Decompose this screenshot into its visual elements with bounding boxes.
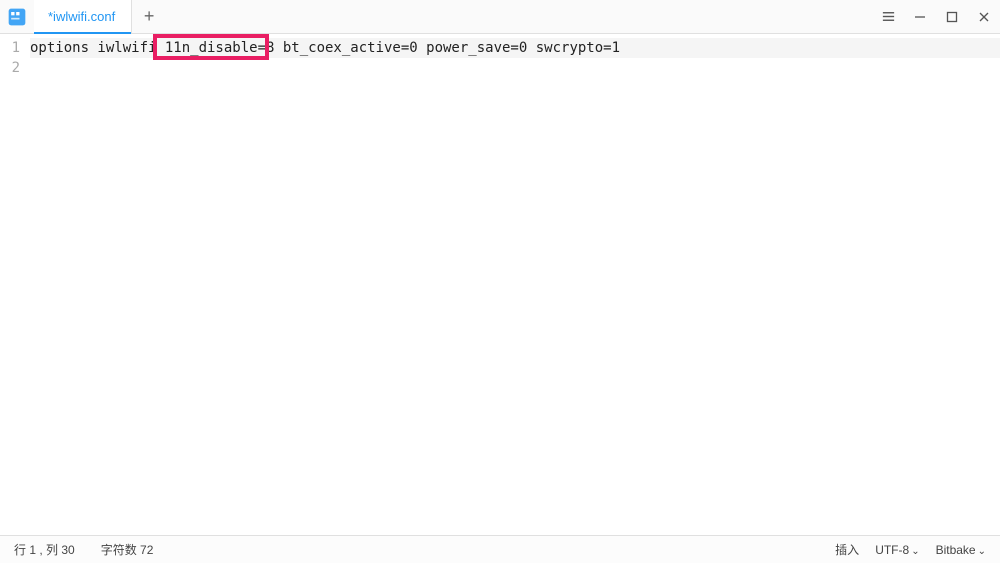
hamburger-icon [881, 9, 896, 24]
titlebar: *iwlwifi.conf + [0, 0, 1000, 34]
status-left: 行 1 , 列 30 字符数 72 [8, 541, 159, 558]
chevron-down-icon: ⌄ [978, 546, 986, 557]
status-cursor-position[interactable]: 行 1 , 列 30 [8, 541, 81, 558]
status-encoding[interactable]: UTF-8⌄ [869, 543, 925, 557]
plus-icon: + [144, 6, 155, 27]
status-language[interactable]: Bitbake⌄ [930, 543, 992, 557]
line-number: 2 [0, 58, 20, 78]
maximize-icon [946, 11, 958, 23]
line-number-gutter: 1 2 [0, 34, 26, 535]
code-line[interactable]: options iwlwifi 11n_disable=8 bt_coex_ac… [30, 38, 1000, 58]
editor-area[interactable]: 1 2 options iwlwifi 11n_disable=8 bt_coe… [0, 34, 1000, 535]
minimize-icon [914, 11, 926, 23]
titlebar-spacer [166, 0, 872, 33]
code-line[interactable] [30, 58, 1000, 78]
code-content[interactable]: options iwlwifi 11n_disable=8 bt_coex_ac… [26, 34, 1000, 535]
window-controls [872, 0, 1000, 33]
editor-logo-icon [7, 7, 27, 27]
statusbar: 行 1 , 列 30 字符数 72 插入 UTF-8⌄ Bitbake⌄ [0, 535, 1000, 563]
status-insert-mode[interactable]: 插入 [829, 541, 865, 558]
close-icon [978, 11, 990, 23]
maximize-button[interactable] [936, 0, 968, 34]
tab-active[interactable]: *iwlwifi.conf [34, 0, 132, 33]
new-tab-button[interactable]: + [132, 0, 166, 33]
close-button[interactable] [968, 0, 1000, 34]
chevron-down-icon: ⌄ [911, 546, 919, 557]
status-right: 插入 UTF-8⌄ Bitbake⌄ [829, 541, 992, 558]
app-icon [0, 0, 34, 33]
hamburger-menu-button[interactable] [872, 0, 904, 34]
tab-title: *iwlwifi.conf [48, 9, 115, 24]
line-number: 1 [0, 38, 20, 58]
status-char-count[interactable]: 字符数 72 [95, 541, 160, 558]
minimize-button[interactable] [904, 0, 936, 34]
